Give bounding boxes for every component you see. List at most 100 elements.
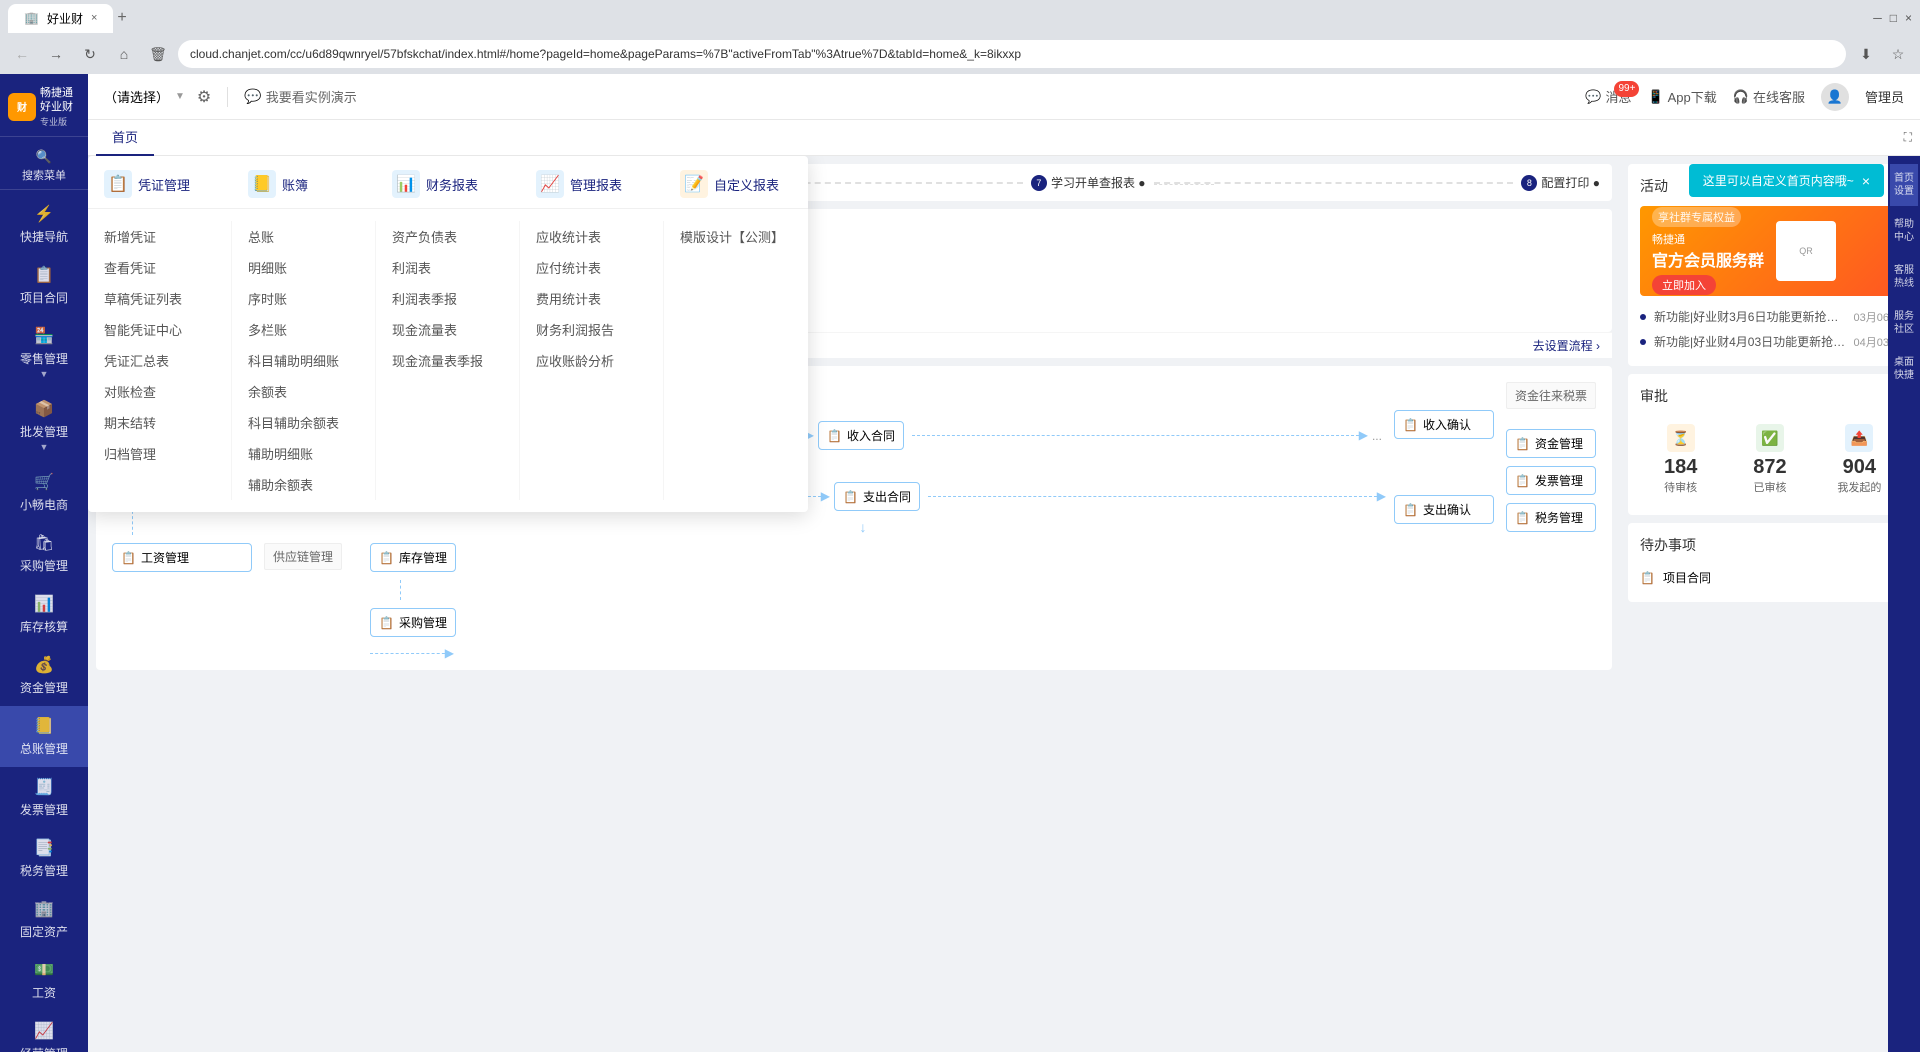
voucher-cat-icon: 📋 (104, 170, 132, 198)
tab-close-button[interactable]: × (91, 12, 97, 24)
sidebar-item-tax[interactable]: 📑 税务管理 (0, 828, 88, 889)
minimize-button[interactable]: ─ (1873, 11, 1882, 25)
menu-item-income-quarterly[interactable]: 利润表季报 (392, 283, 503, 314)
maximize-button[interactable]: □ (1890, 11, 1897, 25)
menu-item-aging-analysis[interactable]: 应收账龄分析 (536, 345, 647, 376)
right-nav-help[interactable]: 帮助 中心 (1890, 210, 1918, 252)
search-icon: 🔍 (36, 149, 52, 165)
capital-section: 资金往来税票 📋 资金管理 📋 发票管理 (1506, 382, 1596, 654)
menu-item-reconciliation[interactable]: 对账检查 (104, 376, 215, 407)
sidebar-item-assets[interactable]: 🏢 固定资产 (0, 889, 88, 950)
sidebar-item-operations[interactable]: 📈 经营管理 (0, 1011, 88, 1052)
menu-item-new-voucher[interactable]: 新增凭证 (104, 221, 215, 252)
menu-item-subject-aux-detail[interactable]: 科目辅助明细账 (248, 345, 359, 376)
tab-home[interactable]: 首页 (96, 120, 154, 156)
sidebar-item-capital[interactable]: 💰 资金管理 (0, 645, 88, 706)
online-service-button[interactable]: 🎧 在线客服 (1733, 87, 1805, 106)
menu-item-balance-sheet[interactable]: 资产负债表 (392, 221, 503, 252)
right-nav-home[interactable]: 首页 设置 (1890, 164, 1918, 206)
sidebar-item-ecommerce[interactable]: 🛒 小畅电商 (0, 462, 88, 523)
menu-item-income-statement[interactable]: 利润表 (392, 252, 503, 283)
menu-item-chronological[interactable]: 序时账 (248, 283, 359, 314)
category-mgmt-report[interactable]: 📈 管理报表 (520, 156, 664, 208)
approval-pending[interactable]: ⏳ 184 待审核 (1640, 416, 1721, 503)
back-button[interactable]: ← (8, 40, 36, 68)
sidebar-item-payroll[interactable]: 💵 工资 (0, 950, 88, 1011)
user-avatar[interactable]: 👤 (1821, 83, 1849, 111)
menu-item-balance[interactable]: 余额表 (248, 376, 359, 407)
step-8: 8 配置打印 ● (1521, 174, 1600, 191)
menu-item-aux-balance[interactable]: 辅助余额表 (248, 469, 359, 500)
menu-item-subject-aux-balance[interactable]: 科目辅助余额表 (248, 407, 359, 438)
message-button[interactable]: 💬 消息 99+ (1585, 87, 1631, 106)
sidebar-item-retail[interactable]: 🏪 零售管理 ▼ (0, 316, 88, 389)
menu-item-profit-report[interactable]: 财务利润报告 (536, 314, 647, 345)
menu-item-view-voucher[interactable]: 查看凭证 (104, 252, 215, 283)
sidebar-search-btn[interactable]: 🔍 搜索菜单 (0, 141, 88, 190)
menu-item-smart-voucher[interactable]: 智能凭证中心 (104, 314, 215, 345)
income-contract-box[interactable]: 📋 收入合同 (818, 421, 904, 450)
menu-item-payable-stats[interactable]: 应付统计表 (536, 252, 647, 283)
income-confirm-box[interactable]: 📋 收入确认 (1394, 410, 1494, 439)
todo-item-1[interactable]: 📋 项目合同 (1640, 565, 1900, 590)
sidebar-item-projects[interactable]: 📋 项目合同 (0, 255, 88, 316)
sidebar-item-accounting[interactable]: 📒 总账管理 (0, 706, 88, 767)
sidebar-item-purchase[interactable]: 🛍 采购管理 (0, 523, 88, 584)
right-nav-customer[interactable]: 客服 热线 (1890, 256, 1918, 298)
company-selector[interactable]: （请选择） ▼ (104, 87, 185, 106)
menu-item-period-end[interactable]: 期末结转 (104, 407, 215, 438)
sidebar-item-wholesale[interactable]: 📦 批发管理 ▼ (0, 389, 88, 462)
new-tab-button[interactable]: + (117, 9, 126, 27)
inventory-mgmt-box[interactable]: 📋 库存管理 (370, 543, 456, 572)
sidebar-item-invoice[interactable]: 🧾 发票管理 (0, 767, 88, 828)
expand-button[interactable]: ⛶ (1904, 130, 1912, 145)
menu-item-draft-voucher[interactable]: 草稿凭证列表 (104, 283, 215, 314)
sidebar-item-quicknav[interactable]: ⚡ 快捷导航 (0, 194, 88, 255)
category-ledger[interactable]: 📒 账簿 (232, 156, 376, 208)
category-custom-report[interactable]: 📝 自定义报表 (664, 156, 808, 208)
tax-label: 税务管理 (20, 862, 68, 879)
menu-item-archive[interactable]: 归档管理 (104, 438, 215, 469)
news-item-2[interactable]: 新功能|好业财4月03日功能更新抢先知 04月03日 (1640, 329, 1900, 354)
menu-item-template-design[interactable]: 模版设计【公测】 (680, 221, 792, 252)
menu-item-detail-ledger[interactable]: 明细账 (248, 252, 359, 283)
bookmark-button[interactable]: ☆ (1884, 40, 1912, 68)
menu-item-aux-detail[interactable]: 辅助明细账 (248, 438, 359, 469)
demo-button[interactable]: 💬 我要看实例演示 (244, 87, 356, 106)
purchase-mgmt-box[interactable]: 📋 采购管理 (370, 608, 456, 637)
active-tab[interactable]: 🏢 好业财 × (8, 4, 113, 33)
topbar-settings-icon[interactable]: ⚙ (197, 87, 211, 107)
category-voucher[interactable]: 📋 凭证管理 (88, 156, 232, 208)
url-input[interactable] (178, 40, 1846, 68)
menu-item-cash-flow-quarterly[interactable]: 现金流量表季报 (392, 345, 503, 376)
category-financial-report[interactable]: 📊 财务报表 (376, 156, 520, 208)
sidebar-item-inventory[interactable]: 📊 库存核算 (0, 584, 88, 645)
tax-mgmt-box[interactable]: 📋 税务管理 (1506, 503, 1596, 532)
forward-button[interactable]: → (42, 40, 70, 68)
menu-item-voucher-summary[interactable]: 凭证汇总表 (104, 345, 215, 376)
join-button[interactable]: 立即加入 (1652, 275, 1716, 295)
right-nav-community[interactable]: 服务 社区 (1890, 302, 1918, 344)
operations-label: 经营管理 (20, 1045, 68, 1052)
salary-mgmt-box[interactable]: 📋 工资管理 (112, 543, 252, 572)
invoice-mgmt-box[interactable]: 📋 发票管理 (1506, 466, 1596, 495)
delete-button[interactable]: 🗑 (144, 40, 172, 68)
app-download-button[interactable]: 📱 App下载 (1647, 87, 1716, 106)
expense-contract-box[interactable]: 📋 支出合同 (834, 482, 920, 511)
approval-done[interactable]: ✅ 872 已审核 (1729, 416, 1810, 503)
menu-item-general-ledger[interactable]: 总账 (248, 221, 359, 252)
download-button[interactable]: ⬇ (1852, 40, 1880, 68)
menu-item-cash-flow[interactable]: 现金流量表 (392, 314, 503, 345)
setup-flow-link[interactable]: 去设置流程 › (1533, 337, 1600, 354)
home-button[interactable]: ⌂ (110, 40, 138, 68)
menu-item-multi-column[interactable]: 多栏账 (248, 314, 359, 345)
refresh-button[interactable]: ↻ (76, 40, 104, 68)
right-nav-desktop[interactable]: 桌面 快捷 (1890, 348, 1918, 390)
expense-confirm-box[interactable]: 📋 支出确认 (1394, 495, 1494, 524)
menu-item-expense-stats[interactable]: 费用统计表 (536, 283, 647, 314)
window-close-button[interactable]: × (1905, 11, 1912, 25)
menu-item-receivable-stats[interactable]: 应收统计表 (536, 221, 647, 252)
news-item-1[interactable]: 新功能|好业财3月6日功能更新抢先知 03月06日 (1640, 304, 1900, 329)
tooltip-close-button[interactable]: × (1862, 173, 1870, 189)
capital-mgmt-box[interactable]: 📋 资金管理 (1506, 429, 1596, 458)
